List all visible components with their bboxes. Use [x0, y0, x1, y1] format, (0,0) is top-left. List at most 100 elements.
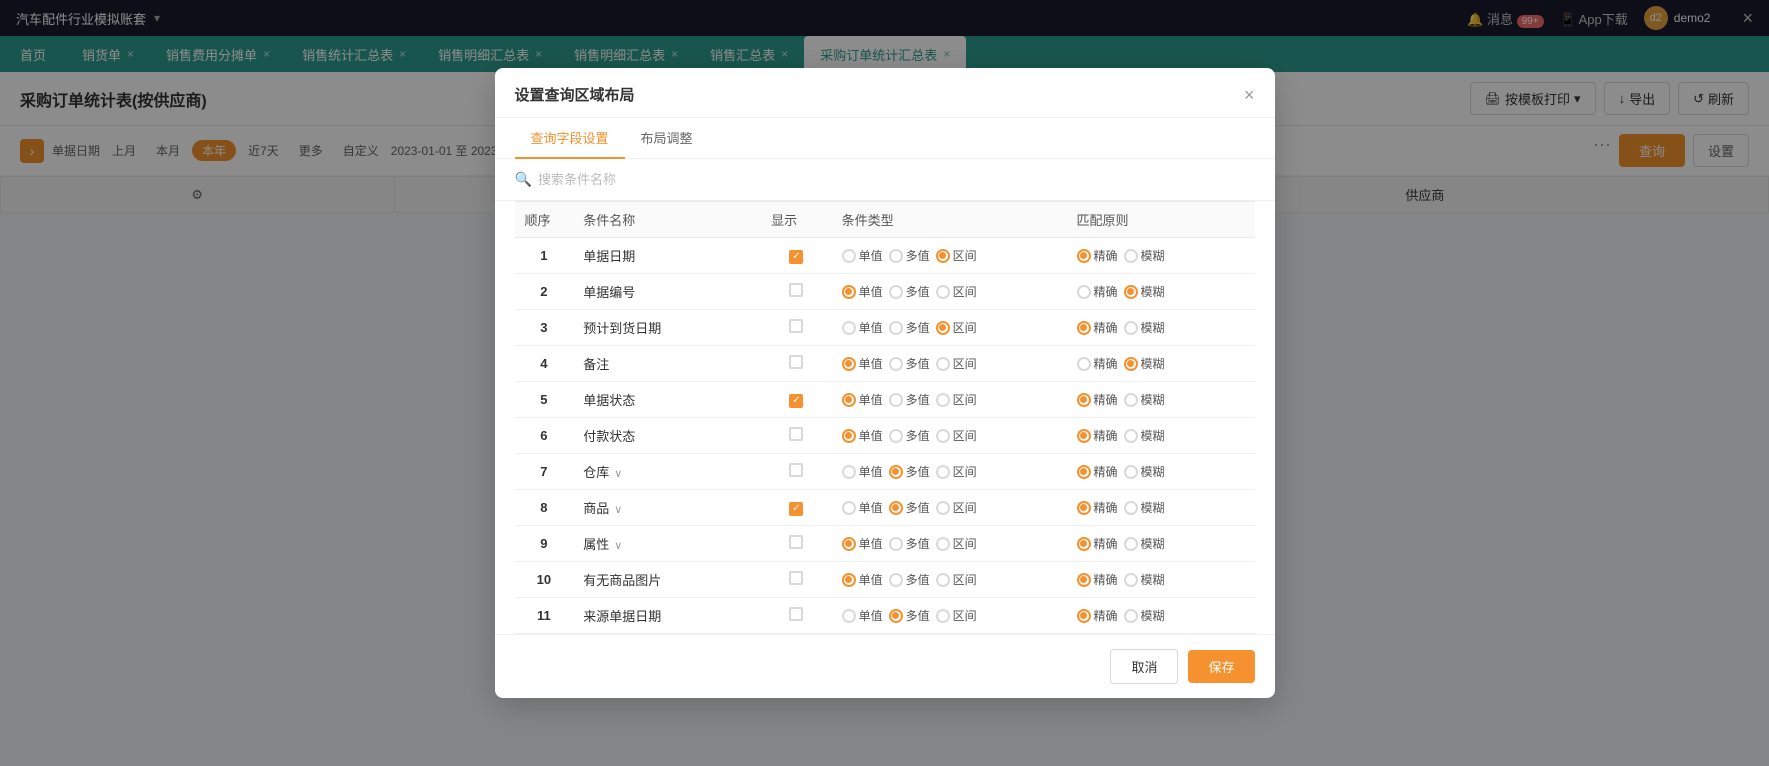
match-radio-精确-0[interactable]: 精确	[1077, 247, 1118, 264]
type-radio-区间-10[interactable]: 区间	[936, 607, 977, 624]
type-radio-多值-2[interactable]: 多值	[889, 319, 930, 336]
show-checkbox-4[interactable]: ✓	[789, 394, 803, 408]
type-radio-区间-9[interactable]: 区间	[936, 571, 977, 588]
type-radio-区间-8[interactable]: 区间	[936, 535, 977, 552]
type-radio-区间-5[interactable]: 区间	[936, 427, 977, 444]
match-radio-精确-1[interactable]: 精确	[1077, 283, 1118, 300]
cancel-button[interactable]: 取消	[1110, 649, 1178, 684]
type-radio-单值-1[interactable]: 单值	[842, 283, 883, 300]
dialog-table: 顺序 条件名称 显示 条件类型 匹配原则 1单据日期✓单值多值区间精确模糊2单据…	[515, 201, 1255, 634]
match-radio-精确-10[interactable]: 精确	[1077, 607, 1118, 624]
dialog-table-wrap: 顺序 条件名称 显示 条件类型 匹配原则 1单据日期✓单值多值区间精确模糊2单据…	[495, 201, 1275, 634]
match-radio-模糊-3[interactable]: 模糊	[1124, 355, 1165, 372]
row-name-2: 预计到货日期	[573, 310, 761, 346]
type-radio-单值-5[interactable]: 单值	[842, 427, 883, 444]
match-radio-精确-6[interactable]: 精确	[1077, 463, 1118, 480]
type-radio-区间-0[interactable]: 区间	[936, 247, 977, 264]
dialog-close-btn[interactable]: ×	[1244, 86, 1255, 104]
match-radio-模糊-9[interactable]: 模糊	[1124, 571, 1165, 588]
match-radio-精确-9[interactable]: 精确	[1077, 571, 1118, 588]
dialog-tab-layout[interactable]: 布局调整	[625, 118, 709, 159]
row-order-0: 1	[515, 238, 574, 274]
type-radio-区间-2[interactable]: 区间	[936, 319, 977, 336]
show-checkbox-10[interactable]	[789, 607, 803, 621]
match-radio-模糊-7[interactable]: 模糊	[1124, 499, 1165, 516]
match-radio-模糊-2[interactable]: 模糊	[1124, 319, 1165, 336]
type-radio-多值-0[interactable]: 多值	[889, 247, 930, 264]
row-show-2	[761, 310, 831, 346]
match-radio-精确-5[interactable]: 精确	[1077, 427, 1118, 444]
expand-icon[interactable]: ∨	[611, 468, 622, 480]
type-radio-单值-7[interactable]: 单值	[842, 499, 883, 516]
match-radio-精确-7[interactable]: 精确	[1077, 499, 1118, 516]
match-radio-模糊-1[interactable]: 模糊	[1124, 283, 1165, 300]
type-radio-单值-6[interactable]: 单值	[842, 463, 883, 480]
col-header-name: 条件名称	[573, 202, 761, 238]
type-radio-区间-6[interactable]: 区间	[936, 463, 977, 480]
show-checkbox-3[interactable]	[789, 355, 803, 369]
show-checkbox-6[interactable]	[789, 463, 803, 477]
row-type-6: 单值多值区间	[832, 454, 1067, 490]
type-radio-多值-6[interactable]: 多值	[889, 463, 930, 480]
show-checkbox-0[interactable]: ✓	[789, 250, 803, 264]
type-radio-单值-2[interactable]: 单值	[842, 319, 883, 336]
search-input[interactable]	[538, 172, 1255, 187]
type-radio-单值-3[interactable]: 单值	[842, 355, 883, 372]
type-radio-区间-1[interactable]: 区间	[936, 283, 977, 300]
table-row: 8商品 ∨✓单值多值区间精确模糊	[515, 490, 1255, 526]
show-checkbox-5[interactable]	[789, 427, 803, 441]
dialog-tab-query[interactable]: 查询字段设置	[515, 118, 625, 159]
match-radio-精确-2[interactable]: 精确	[1077, 319, 1118, 336]
type-radio-单值-9[interactable]: 单值	[842, 571, 883, 588]
match-radio-模糊-6[interactable]: 模糊	[1124, 463, 1165, 480]
match-radio-模糊-8[interactable]: 模糊	[1124, 535, 1165, 552]
match-radio-精确-8[interactable]: 精确	[1077, 535, 1118, 552]
dialog-header: 设置查询区域布局 ×	[495, 68, 1275, 118]
dialog-search-bar: 🔍	[495, 159, 1275, 201]
show-checkbox-1[interactable]	[789, 283, 803, 297]
show-checkbox-9[interactable]	[789, 571, 803, 585]
type-radio-单值-4[interactable]: 单值	[842, 391, 883, 408]
show-checkbox-7[interactable]: ✓	[789, 502, 803, 516]
type-radio-多值-5[interactable]: 多值	[889, 427, 930, 444]
row-order-4: 5	[515, 382, 574, 418]
save-button[interactable]: 保存	[1188, 650, 1254, 683]
show-checkbox-2[interactable]	[789, 319, 803, 333]
show-checkbox-8[interactable]	[789, 535, 803, 549]
type-radio-单值-8[interactable]: 单值	[842, 535, 883, 552]
match-radio-精确-4[interactable]: 精确	[1077, 391, 1118, 408]
type-radio-单值-0[interactable]: 单值	[842, 247, 883, 264]
table-row: 7仓库 ∨单值多值区间精确模糊	[515, 454, 1255, 490]
match-radio-模糊-0[interactable]: 模糊	[1124, 247, 1165, 264]
type-radio-区间-3[interactable]: 区间	[936, 355, 977, 372]
match-radio-精确-3[interactable]: 精确	[1077, 355, 1118, 372]
row-name-1: 单据编号	[573, 274, 761, 310]
row-show-6	[761, 454, 831, 490]
type-radio-多值-3[interactable]: 多值	[889, 355, 930, 372]
row-order-8: 9	[515, 526, 574, 562]
type-radio-区间-4[interactable]: 区间	[936, 391, 977, 408]
row-order-3: 4	[515, 346, 574, 382]
expand-icon[interactable]: ∨	[611, 540, 622, 552]
match-radio-模糊-5[interactable]: 模糊	[1124, 427, 1165, 444]
type-radio-多值-4[interactable]: 多值	[889, 391, 930, 408]
row-show-5	[761, 418, 831, 454]
row-show-9	[761, 562, 831, 598]
type-radio-单值-10[interactable]: 单值	[842, 607, 883, 624]
row-type-4: 单值多值区间	[832, 382, 1067, 418]
type-radio-多值-8[interactable]: 多值	[889, 535, 930, 552]
type-radio-多值-10[interactable]: 多值	[889, 607, 930, 624]
row-match-8: 精确模糊	[1067, 526, 1255, 562]
type-radio-多值-1[interactable]: 多值	[889, 283, 930, 300]
match-radio-模糊-10[interactable]: 模糊	[1124, 607, 1165, 624]
search-icon: 🔍	[515, 171, 532, 188]
type-radio-区间-7[interactable]: 区间	[936, 499, 977, 516]
match-radio-模糊-4[interactable]: 模糊	[1124, 391, 1165, 408]
expand-icon[interactable]: ∨	[611, 504, 622, 516]
type-radio-多值-7[interactable]: 多值	[889, 499, 930, 516]
row-match-4: 精确模糊	[1067, 382, 1255, 418]
table-row: 4备注单值多值区间精确模糊	[515, 346, 1255, 382]
col-header-match: 匹配原则	[1067, 202, 1255, 238]
row-type-8: 单值多值区间	[832, 526, 1067, 562]
type-radio-多值-9[interactable]: 多值	[889, 571, 930, 588]
